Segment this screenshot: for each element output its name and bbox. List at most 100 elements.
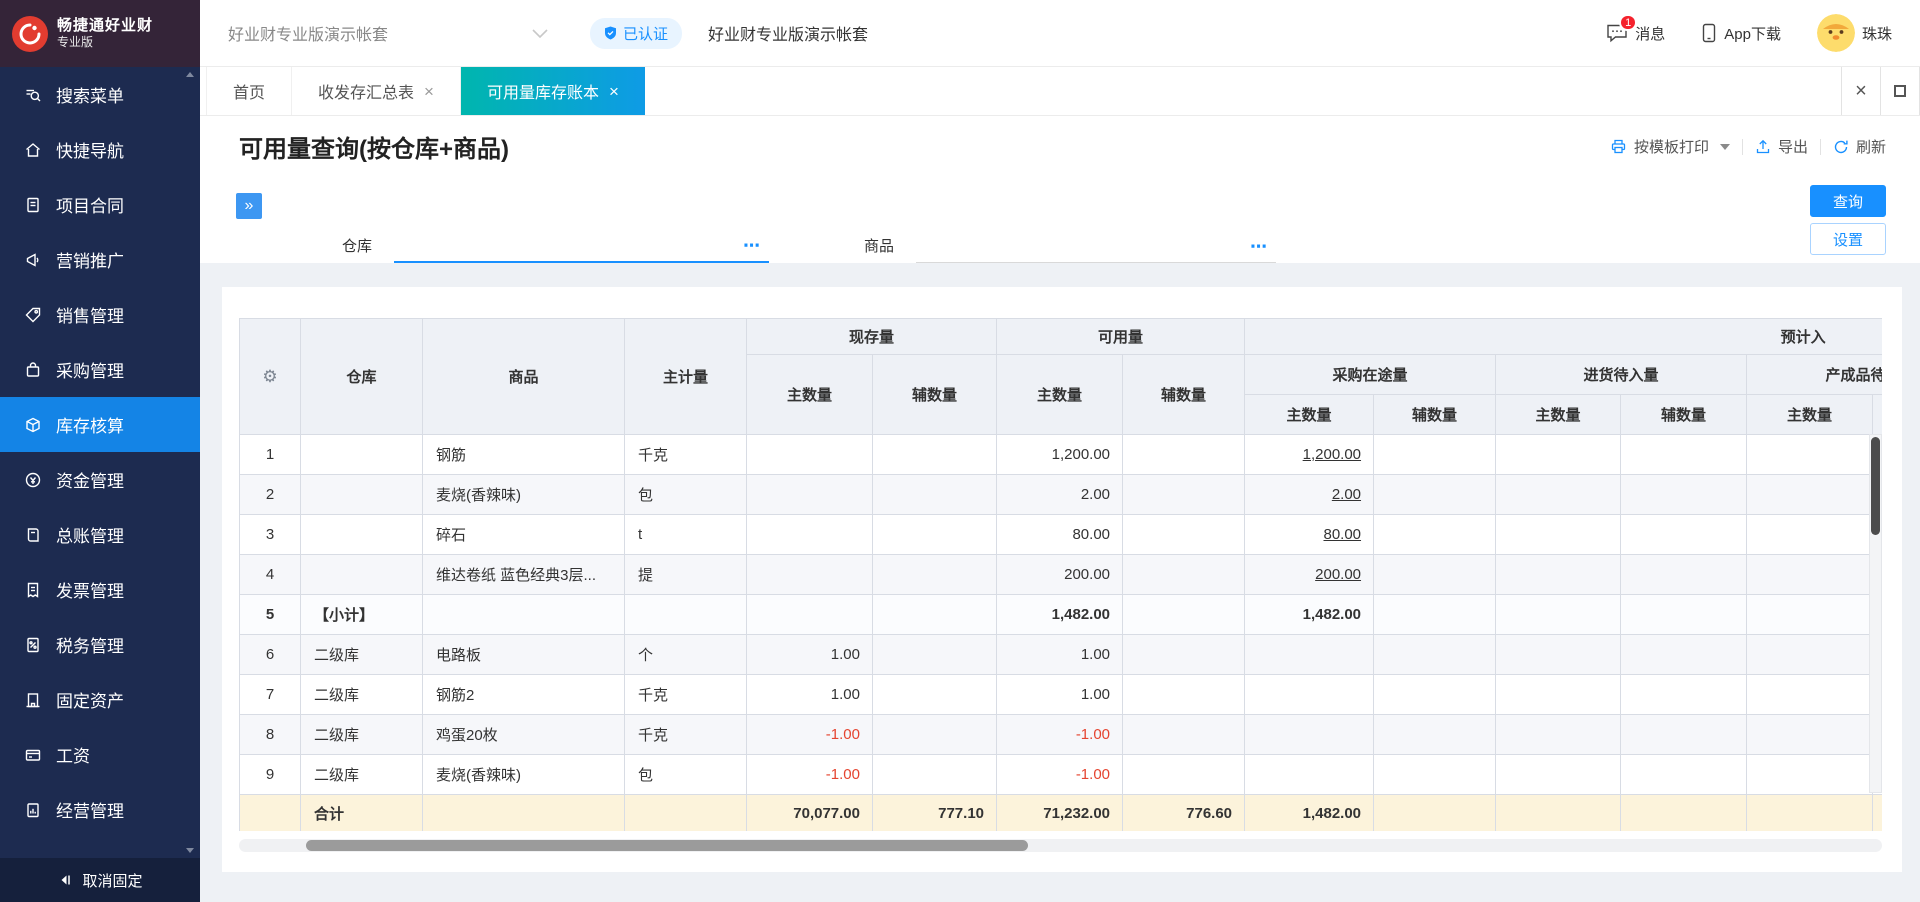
result-table: ⚙ 仓库 商品 主计量 现存量 可用量 预计入 主数量 辅数量 主数量 <box>239 318 1882 831</box>
scroll-down-icon[interactable] <box>186 848 194 853</box>
app-download-button[interactable]: App下载 <box>1701 23 1781 44</box>
invoice-receipt-icon <box>24 581 42 599</box>
cell-product: 钢筋 <box>423 435 625 475</box>
product-picker-button[interactable]: ⋯ <box>1250 237 1268 257</box>
tabbar: 首页 收发存汇总表 × 可用量库存账本 × × <box>200 67 1920 116</box>
col-header-main-qty: 主数量 <box>1747 395 1873 435</box>
salary-card-icon <box>24 746 42 764</box>
settings-button[interactable]: 设置 <box>1810 223 1886 255</box>
close-all-tabs-button[interactable]: × <box>1842 67 1881 115</box>
close-icon[interactable]: × <box>424 83 434 100</box>
transit-qty-link[interactable]: 80.00 <box>1323 526 1361 543</box>
tab-available-qty-ledger[interactable]: 可用量库存账本 × <box>461 67 645 115</box>
chevron-down-icon[interactable] <box>1720 144 1730 150</box>
table-row: 1 钢筋 千克 1,200.00 1,200.00 <box>240 435 1883 475</box>
vertical-scrollbar-thumb[interactable] <box>1871 437 1880 535</box>
sidebar-item-project-contract[interactable]: 项目合同 <box>0 177 200 232</box>
scroll-up-icon[interactable] <box>186 72 194 77</box>
query-button[interactable]: 查询 <box>1810 185 1886 217</box>
sidebar: 畅捷通好业财 专业版 搜索菜单 快捷导航 项目合同 营销推广 销售管理 采购管理 <box>0 0 200 902</box>
avatar <box>1817 14 1855 52</box>
user-menu[interactable]: 珠珠 <box>1817 14 1892 52</box>
chart-clipboard-icon <box>24 801 42 819</box>
col-header-aux-qty: 辅数量 <box>873 355 997 435</box>
transit-qty-link[interactable]: 200.00 <box>1315 566 1361 583</box>
sidebar-item-business[interactable]: 经营管理 <box>0 782 200 837</box>
col-group-current-stock: 现存量 <box>747 319 997 355</box>
shield-check-icon <box>604 26 617 40</box>
sidebar-item-partial[interactable] <box>0 837 200 858</box>
col-header-aux-qty: 辅数量 <box>1621 395 1747 435</box>
brand-logo-icon <box>12 16 48 52</box>
product-filter: 商品 ⋯ <box>864 193 1276 263</box>
sidebar-item-tax[interactable]: 税务管理 <box>0 617 200 672</box>
filter-bar: » 仓库 ⋯ 商品 ⋯ 查询 设置 <box>200 177 1920 263</box>
col-group-purchase-transit: 采购在途量 <box>1245 355 1496 395</box>
messages-button[interactable]: 1 消息 <box>1606 23 1665 44</box>
col-header-main-qty: 主数量 <box>1496 395 1621 435</box>
close-icon[interactable]: × <box>609 83 619 100</box>
account-select[interactable]: 好业财专业版演示帐套 <box>228 21 548 45</box>
cell-product: 钢筋2 <box>423 675 625 715</box>
export-button[interactable]: 导出 <box>1755 136 1808 157</box>
refresh-button[interactable]: 刷新 <box>1833 136 1886 157</box>
building-icon <box>24 691 42 709</box>
search-menu-icon <box>24 86 42 104</box>
sidebar-item-inventory[interactable]: 库存核算 <box>0 397 200 452</box>
vertical-scrollbar[interactable] <box>1869 434 1882 793</box>
sidebar-item-marketing[interactable]: 营销推广 <box>0 232 200 287</box>
warehouse-label: 仓库 <box>342 235 372 263</box>
sidebar-item-payroll[interactable]: 工资 <box>0 727 200 782</box>
subtotal-row: 5 【小计】 1,482.00 1,482.00 <box>240 595 1883 635</box>
table-row: 3 碎石 t 80.00 80.00 <box>240 515 1883 555</box>
app-edition: 专业版 <box>57 35 153 50</box>
cell-product: 电路板 <box>423 635 625 675</box>
sidebar-item-search-menu[interactable]: 搜索菜单 <box>0 67 200 122</box>
sidebar-item-purchase[interactable]: 采购管理 <box>0 342 200 397</box>
table-row: 9 二级库 麦烧(香辣味) 包 -1.00 -1.00 <box>240 755 1883 795</box>
sidebar-nav: 搜索菜单 快捷导航 项目合同 营销推广 销售管理 采购管理 库存核算 资金管理 <box>0 67 200 858</box>
phone-icon <box>1701 23 1717 43</box>
expand-filter-button[interactable]: » <box>236 193 262 219</box>
content-area: 可用量查询(按仓库+商品) 按模板打印 导出 刷新 <box>200 116 1920 902</box>
warehouse-input[interactable]: ⋯ <box>394 231 769 263</box>
cell-product: 维达卷纸 蓝色经典3层... <box>423 555 625 595</box>
horizontal-scrollbar[interactable] <box>239 839 1882 852</box>
print-by-template-button[interactable]: 按模板打印 <box>1610 136 1730 157</box>
fullscreen-button[interactable] <box>1881 67 1920 115</box>
sidebar-item-invoice[interactable]: 发票管理 <box>0 562 200 617</box>
sidebar-item-fixed-assets[interactable]: 固定资产 <box>0 672 200 727</box>
unpin-button[interactable]: 取消固定 <box>0 858 200 902</box>
table-row: 4 维达卷纸 蓝色经典3层... 提 200.00 200.00 <box>240 555 1883 595</box>
tab-summary-report[interactable]: 收发存汇总表 × <box>292 67 461 115</box>
horizontal-scrollbar-thumb[interactable] <box>306 840 1028 851</box>
transit-qty-link[interactable]: 2.00 <box>1332 486 1361 503</box>
table-row: 7 二级库 钢筋2 千克 1.00 1.00 <box>240 675 1883 715</box>
unpin-icon <box>57 872 73 888</box>
table-row: 8 二级库 鸡蛋20枚 千克 -1.00 -1.00 <box>240 715 1883 755</box>
column-settings-gear-icon[interactable]: ⚙ <box>240 319 301 435</box>
col-header-main-qty: 主数量 <box>1245 395 1374 435</box>
tab-home[interactable]: 首页 <box>206 67 292 115</box>
sidebar-item-ledger[interactable]: 总账管理 <box>0 507 200 562</box>
ledger-book-icon <box>24 526 42 544</box>
cell-product: 麦烧(香辣味) <box>423 755 625 795</box>
close-icon: × <box>1855 80 1867 103</box>
sidebar-item-sales[interactable]: 销售管理 <box>0 287 200 342</box>
sidebar-item-funds[interactable]: 资金管理 <box>0 452 200 507</box>
table-row: 2 麦烧(香辣味) 包 2.00 2.00 <box>240 475 1883 515</box>
product-input[interactable]: ⋯ <box>916 231 1276 263</box>
col-header-aux-qty: 辅数量 <box>1374 395 1496 435</box>
col-group-available: 可用量 <box>997 319 1245 355</box>
warehouse-picker-button[interactable]: ⋯ <box>743 236 761 256</box>
inventory-box-icon <box>24 416 42 434</box>
transit-qty-link[interactable]: 1,200.00 <box>1303 446 1361 463</box>
col-header-main-qty: 主数量 <box>997 355 1123 435</box>
coin-icon <box>24 471 42 489</box>
sidebar-item-quick-nav[interactable]: 快捷导航 <box>0 122 200 177</box>
printer-icon <box>1610 138 1627 155</box>
cell-product: 鸡蛋20枚 <box>423 715 625 755</box>
col-group-finished-goods: 产成品待入量 <box>1747 355 1882 395</box>
col-header-warehouse: 仓库 <box>301 319 423 435</box>
price-tag-icon <box>24 306 42 324</box>
